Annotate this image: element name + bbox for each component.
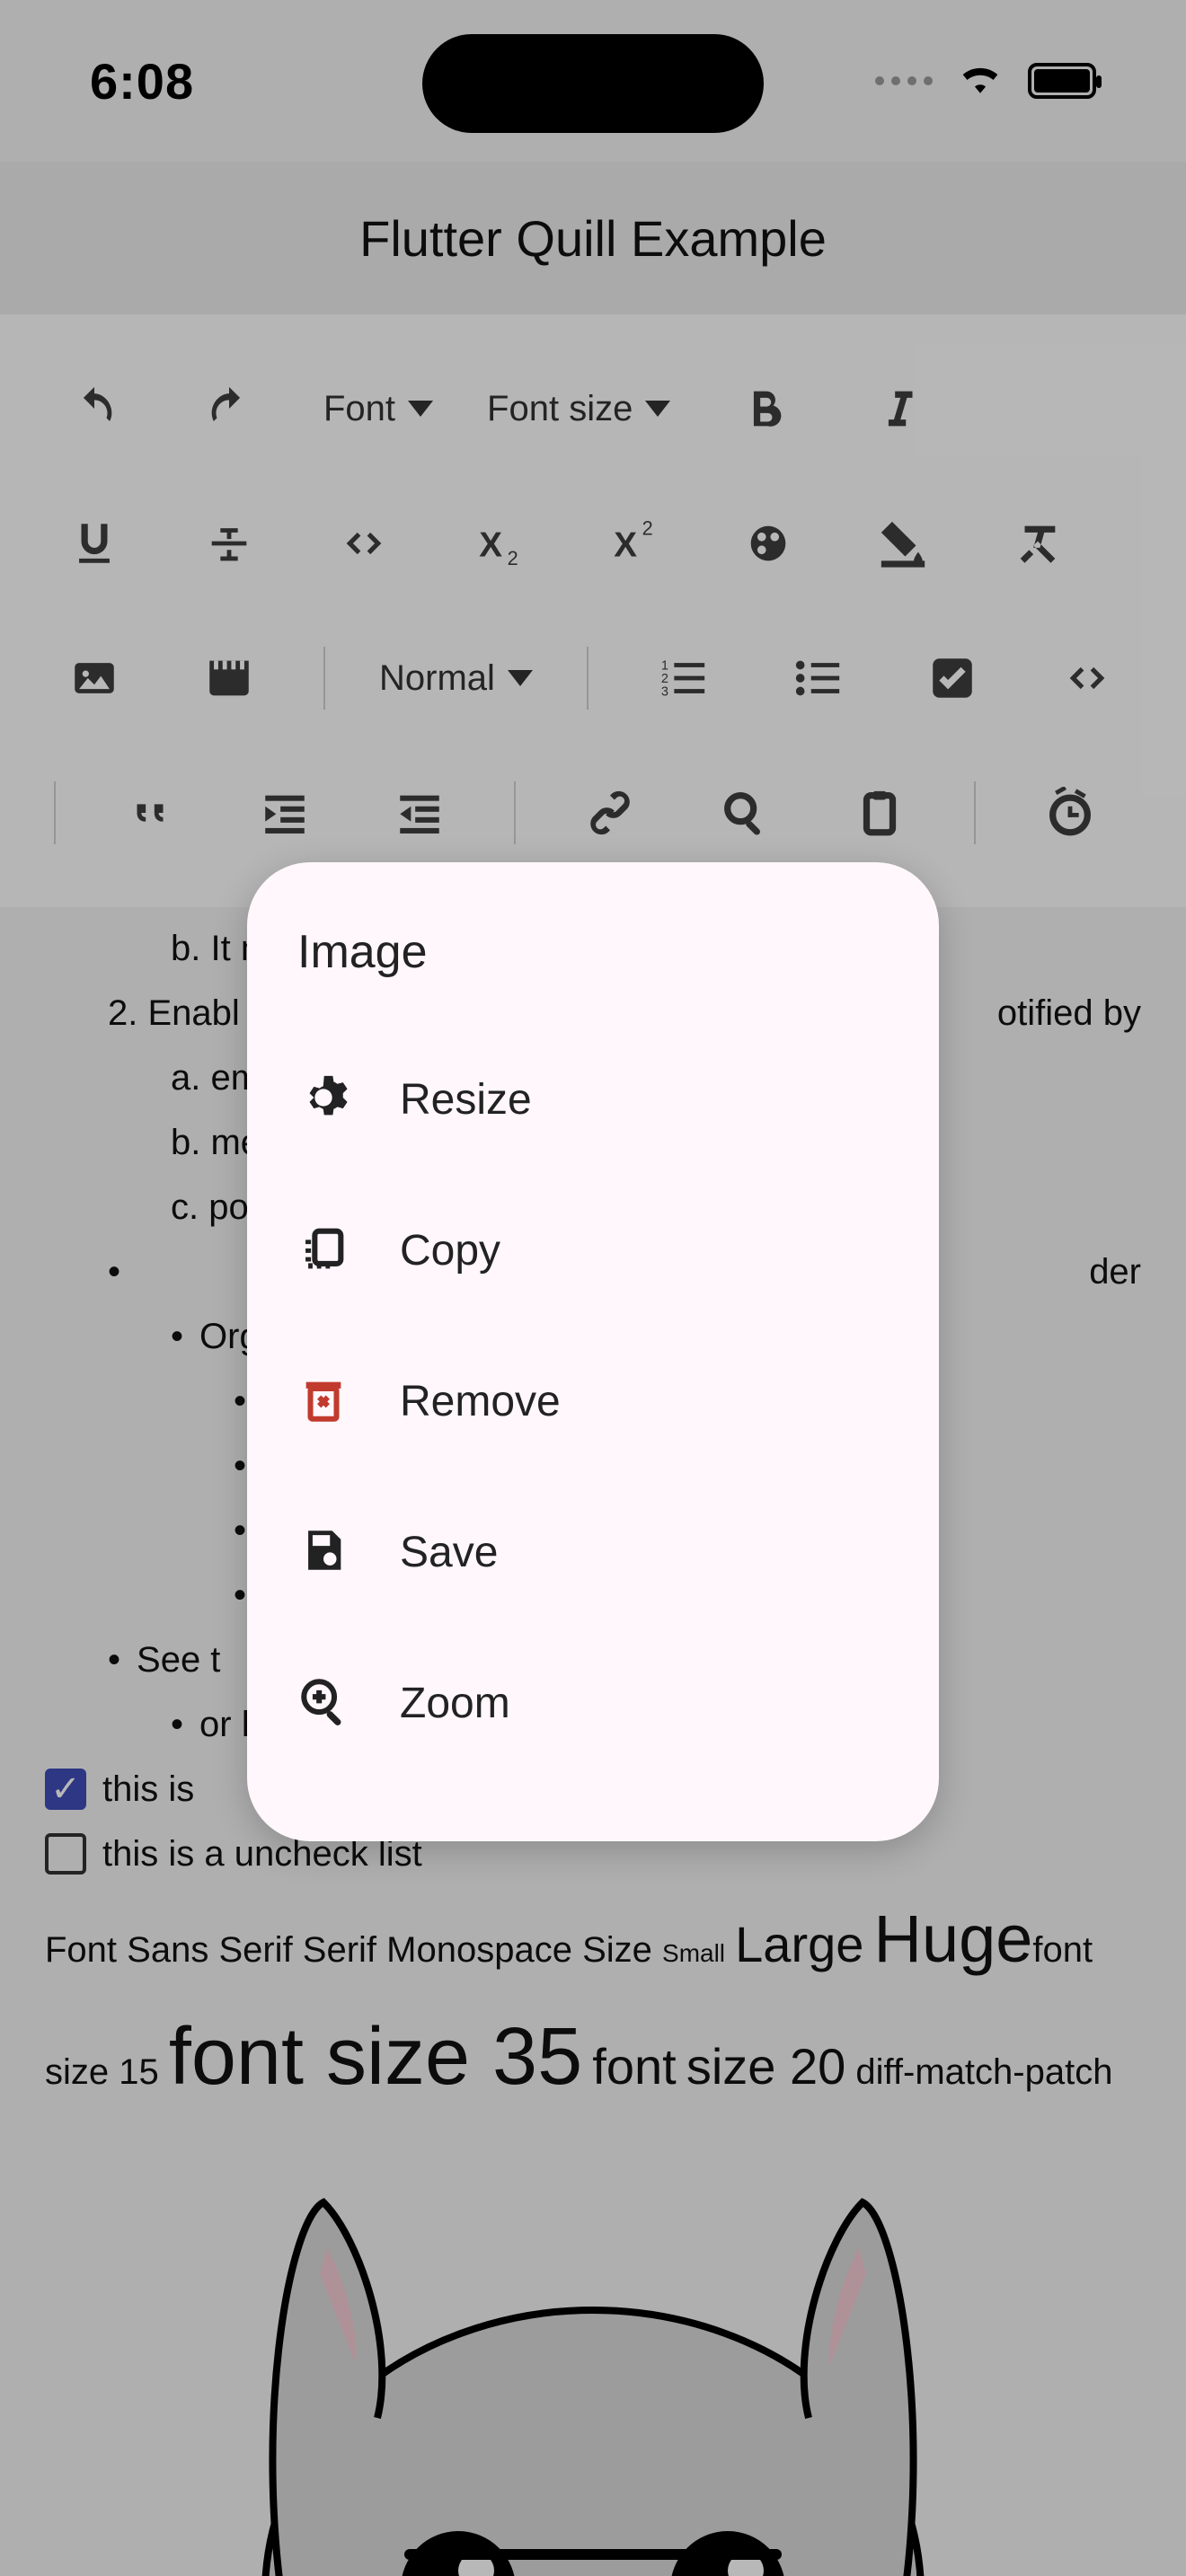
copy-icon xyxy=(297,1222,350,1279)
save-icon xyxy=(297,1524,350,1581)
modal-title: Image xyxy=(297,925,889,979)
menu-label: Save xyxy=(400,1528,498,1577)
image-context-menu: Image Resize Copy Remove Save Zoom xyxy=(247,862,939,1841)
menu-item-save[interactable]: Save xyxy=(297,1477,889,1628)
home-indicator xyxy=(404,2549,782,2560)
menu-item-resize[interactable]: Resize xyxy=(297,1024,889,1175)
menu-label: Resize xyxy=(400,1075,532,1125)
menu-item-remove[interactable]: Remove xyxy=(297,1326,889,1477)
menu-item-zoom[interactable]: Zoom xyxy=(297,1628,889,1778)
trash-icon xyxy=(297,1373,350,1430)
gear-icon xyxy=(297,1072,350,1128)
menu-label: Zoom xyxy=(400,1679,510,1728)
menu-label: Remove xyxy=(400,1377,561,1426)
menu-label: Copy xyxy=(400,1226,500,1275)
zoom-in-icon xyxy=(297,1675,350,1732)
menu-item-copy[interactable]: Copy xyxy=(297,1175,889,1326)
